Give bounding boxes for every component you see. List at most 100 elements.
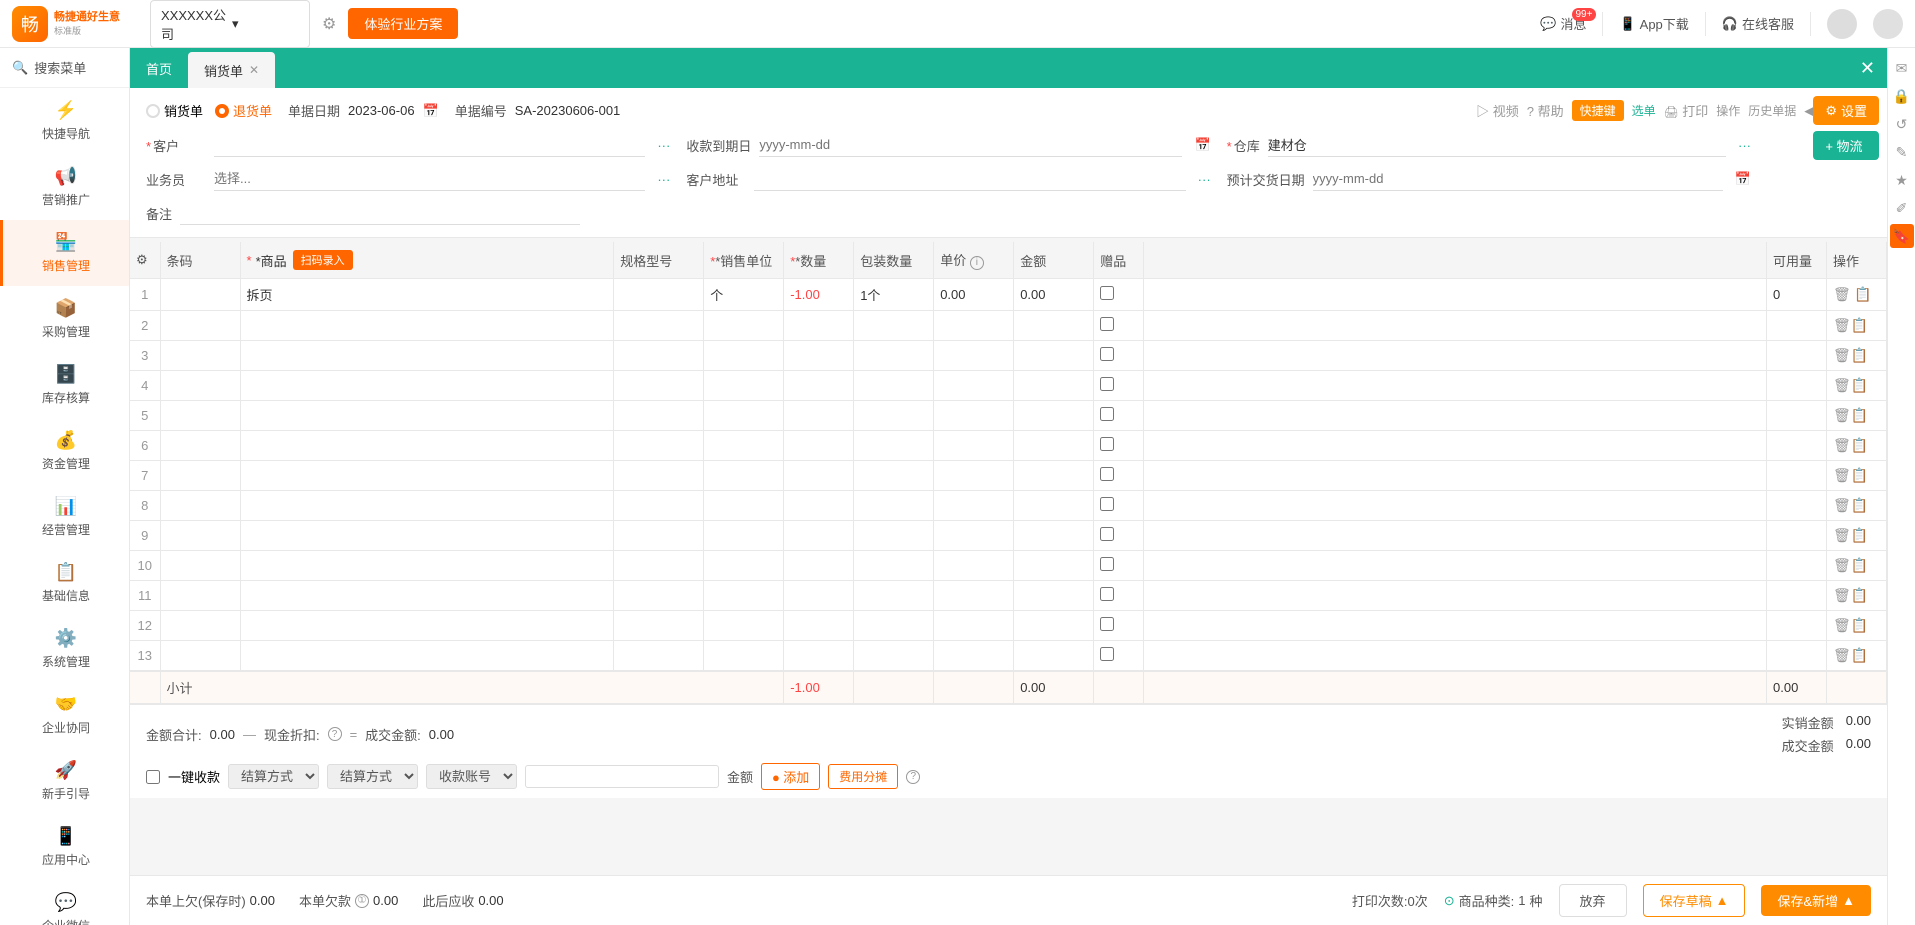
- sidebar-item-purchase[interactable]: 📦 采购管理: [0, 286, 129, 352]
- sidebar-item-apps[interactable]: 📱 应用中心: [0, 814, 129, 880]
- delete-row-icon[interactable]: 🗑: [1833, 617, 1851, 633]
- copy-row-icon[interactable]: 📋: [1851, 527, 1868, 543]
- add-payment-btn[interactable]: ● 添加: [761, 763, 820, 790]
- one-click-pay-checkbox[interactable]: [146, 770, 160, 784]
- account-select[interactable]: 收款账号: [426, 764, 517, 789]
- warehouse-input[interactable]: [1268, 133, 1726, 157]
- delete-row-icon[interactable]: 🗑: [1833, 647, 1851, 663]
- note-input[interactable]: [180, 201, 580, 225]
- trial-button[interactable]: 体验行业方案: [348, 8, 458, 39]
- sidebar-item-system[interactable]: ⚙️ 系统管理: [0, 616, 129, 682]
- sidebar-item-sales[interactable]: 🏪 销售管理: [0, 220, 129, 286]
- sidebar-item-finance[interactable]: 💰 资金管理: [0, 418, 129, 484]
- search-menu[interactable]: 🔍 搜索菜单: [0, 48, 129, 88]
- tab-home[interactable]: 首页: [130, 48, 188, 88]
- copy-row-icon[interactable]: 📋: [1851, 497, 1868, 513]
- message-btn[interactable]: 💬 消息 99+: [1540, 14, 1586, 33]
- copy-row-1-icon[interactable]: 📋: [1854, 286, 1871, 302]
- delete-row-icon[interactable]: 🗑: [1833, 557, 1851, 573]
- sidebar-item-marketing[interactable]: 📢 营销推广: [0, 154, 129, 220]
- price-info-icon[interactable]: i: [970, 256, 984, 270]
- receive-date-input[interactable]: [759, 133, 1182, 157]
- delete-row-icon[interactable]: 🗑: [1833, 497, 1851, 513]
- cell-pack-1[interactable]: 1个: [854, 279, 934, 311]
- payment-method-select[interactable]: 结算方式: [228, 764, 319, 789]
- delete-row-icon[interactable]: 🗑: [1833, 467, 1851, 483]
- radio-sales[interactable]: 销货单: [146, 101, 203, 120]
- right-panel-btn-5[interactable]: ★: [1890, 168, 1914, 192]
- scan-btn[interactable]: 扫码录入: [293, 250, 353, 270]
- delete-row-icon[interactable]: 🗑: [1833, 347, 1851, 363]
- sidebar-item-operations[interactable]: 📊 经营管理: [0, 484, 129, 550]
- avatar[interactable]: [1827, 9, 1857, 39]
- sidebar-item-wechat[interactable]: 💬 企业微信: [0, 880, 129, 925]
- customer-dots[interactable]: ···: [657, 138, 670, 153]
- avatar2[interactable]: [1873, 9, 1903, 39]
- copy-row-icon[interactable]: 📋: [1851, 617, 1868, 633]
- owe-info-icon[interactable]: ①: [355, 894, 369, 908]
- sidebar-item-guide[interactable]: 🚀 新手引导: [0, 748, 129, 814]
- right-panel-btn-4[interactable]: ✎: [1890, 140, 1914, 164]
- discount-info-icon[interactable]: ?: [328, 727, 342, 741]
- close-window-icon[interactable]: ✕: [1860, 58, 1875, 79]
- right-panel-btn-7[interactable]: 🔖: [1890, 224, 1914, 248]
- copy-row-icon[interactable]: 📋: [1851, 467, 1868, 483]
- video-btn[interactable]: ▷ 视频: [1476, 101, 1519, 120]
- right-panel-btn-3[interactable]: ↺: [1890, 112, 1914, 136]
- receive-date-calendar-icon[interactable]: 📅: [1194, 137, 1210, 153]
- gear-icon[interactable]: ⚙: [136, 252, 148, 267]
- delete-row-1-icon[interactable]: 🗑: [1833, 286, 1851, 302]
- radio-return[interactable]: 退货单: [215, 101, 272, 120]
- copy-row-icon[interactable]: 📋: [1851, 317, 1868, 333]
- fee-split-btn[interactable]: 费用分摊: [828, 764, 898, 789]
- cell-barcode-2[interactable]: [160, 311, 240, 341]
- payment-method-select2[interactable]: 结算方式: [327, 764, 418, 789]
- customer-addr-dots[interactable]: ···: [1198, 172, 1211, 187]
- print-icon[interactable]: 🖨 打印: [1664, 101, 1709, 120]
- cell-barcode-1[interactable]: [160, 279, 240, 311]
- copy-row-icon[interactable]: 📋: [1851, 587, 1868, 603]
- sidebar-item-collab[interactable]: 🤝 企业协同: [0, 682, 129, 748]
- copy-row-icon[interactable]: 📋: [1851, 377, 1868, 393]
- help-btn[interactable]: ? 帮助: [1527, 101, 1564, 120]
- cell-qty-1[interactable]: -1.00: [784, 279, 854, 311]
- save-new-btn[interactable]: 保存&新增 ▲: [1761, 885, 1871, 916]
- cell-product-1[interactable]: 拆页: [240, 279, 614, 311]
- right-panel-btn-1[interactable]: ✉: [1890, 56, 1914, 80]
- copy-row-icon[interactable]: 📋: [1851, 347, 1868, 363]
- copy-row-icon[interactable]: 📋: [1851, 647, 1868, 663]
- delete-row-icon[interactable]: 🗑: [1833, 527, 1851, 543]
- delete-row-icon[interactable]: 🗑: [1833, 437, 1851, 453]
- delete-row-icon[interactable]: 🗑: [1833, 317, 1851, 333]
- cell-amount-1[interactable]: 0.00: [1014, 279, 1094, 311]
- warehouse-dots[interactable]: ···: [1738, 138, 1751, 153]
- copy-row-icon[interactable]: 📋: [1851, 437, 1868, 453]
- copy-row-icon[interactable]: 📋: [1851, 557, 1868, 573]
- company-selector[interactable]: XXXXXX公司 ▾: [150, 0, 310, 48]
- cell-unit-1[interactable]: 个: [704, 279, 784, 311]
- online-service-btn[interactable]: 🎧 在线客服: [1722, 14, 1794, 33]
- delete-row-icon[interactable]: 🗑: [1833, 377, 1851, 393]
- customer-addr-input[interactable]: [754, 167, 1185, 191]
- sidebar-item-basics[interactable]: 📋 基础信息: [0, 550, 129, 616]
- right-panel-btn-2[interactable]: 🔒: [1890, 84, 1914, 108]
- salesman-input[interactable]: [214, 167, 645, 191]
- history-btn[interactable]: 历史单据: [1748, 102, 1796, 119]
- logistics-btn[interactable]: + 物流: [1813, 131, 1879, 160]
- settings-form-btn[interactable]: ⚙ 设置: [1813, 96, 1879, 125]
- customer-input[interactable]: [214, 133, 645, 157]
- copy-row-icon[interactable]: 📋: [1851, 407, 1868, 423]
- sidebar-item-inventory[interactable]: 🗄️ 库存核算: [0, 352, 129, 418]
- account-input[interactable]: [525, 765, 719, 788]
- tab-close-icon[interactable]: ✕: [249, 63, 259, 77]
- choose-btn[interactable]: 选单: [1632, 102, 1656, 119]
- right-panel-btn-6[interactable]: ✐: [1890, 196, 1914, 220]
- expected-date-calendar-icon[interactable]: 📅: [1735, 171, 1751, 187]
- abandon-btn[interactable]: 放弃: [1559, 884, 1627, 917]
- fee-info-icon[interactable]: ?: [906, 770, 920, 784]
- tab-sales-order[interactable]: 销货单 ✕: [188, 52, 275, 88]
- cell-spec-1[interactable]: [614, 279, 704, 311]
- salesman-dots[interactable]: ···: [657, 172, 670, 187]
- save-draft-btn[interactable]: 保存草稿 ▲: [1643, 884, 1746, 917]
- calendar-icon[interactable]: 📅: [423, 103, 439, 119]
